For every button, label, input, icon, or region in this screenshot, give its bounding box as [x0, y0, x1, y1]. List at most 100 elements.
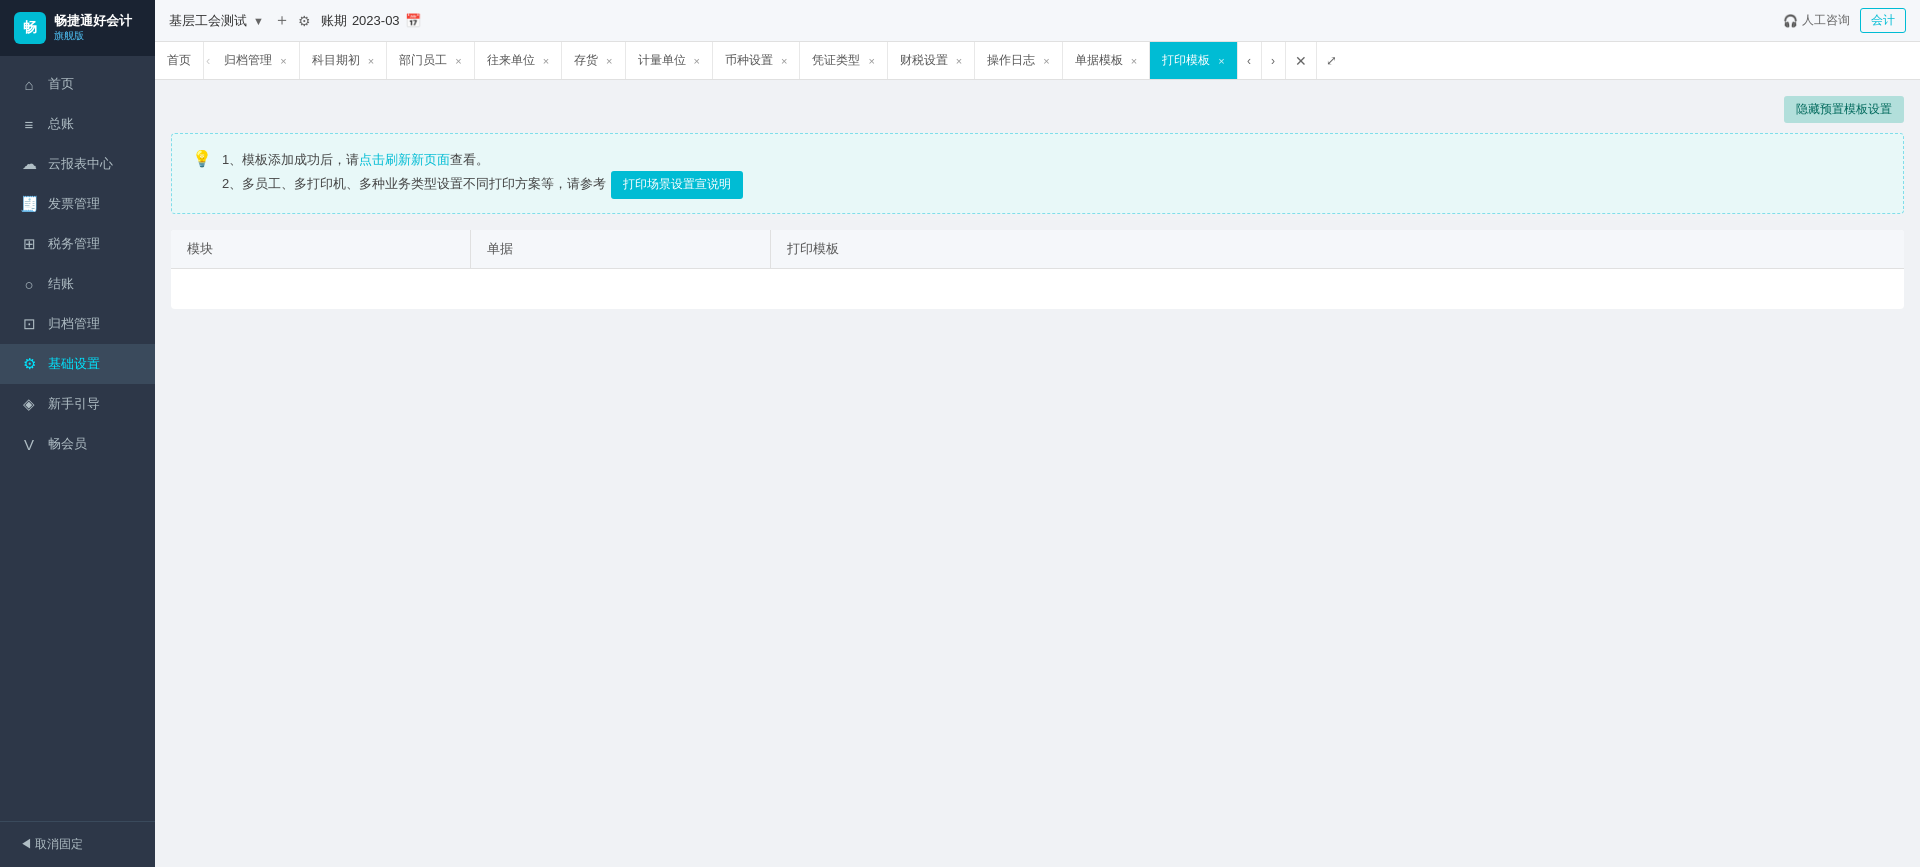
- sidebar-item-ledger[interactable]: ≡ 总账: [0, 104, 155, 144]
- member-icon: V: [20, 436, 38, 453]
- table-header-2: 打印模板: [771, 230, 1904, 268]
- sidebar-item-label: 新手引导: [48, 395, 100, 413]
- tab-close-icon[interactable]: ×: [368, 55, 374, 67]
- sidebar-item-home[interactable]: ⌂ 首页: [0, 64, 155, 104]
- tab-item-0[interactable]: 归档管理 ×: [212, 42, 299, 80]
- tab-home[interactable]: 首页: [155, 42, 204, 80]
- sidebar-item-label: 总账: [48, 115, 74, 133]
- info-line2-prefix: 2、多员工、多打印机、多种业务类型设置不同打印方案等，请参考: [222, 176, 606, 191]
- sidebar-item-settings[interactable]: ⚙ 基础设置: [0, 344, 155, 384]
- home-icon: ⌂: [20, 76, 38, 93]
- sidebar-item-guide[interactable]: ◈新手引导: [0, 384, 155, 424]
- tab-close-icon[interactable]: ×: [455, 55, 461, 67]
- sidebar-footer-unpin[interactable]: ◀ 取消固定: [0, 821, 155, 867]
- settings-icon: ⚙: [20, 355, 38, 373]
- table-header-0: 模块: [171, 230, 471, 268]
- tab-close-icon[interactable]: ×: [868, 55, 874, 67]
- tab-item-6[interactable]: 币种设置 ×: [713, 42, 800, 80]
- main-area: 基层工会测试 ▼ ＋ ⚙ 账期 2023-03 📅 🎧 人工咨询 会计 首页 ‹: [155, 0, 1920, 867]
- settings-icon[interactable]: ⚙: [298, 13, 311, 29]
- company-selector[interactable]: 基层工会测试 ▼: [169, 12, 264, 30]
- tab-expand[interactable]: ⤢: [1316, 42, 1346, 80]
- sidebar-item-label: 畅会员: [48, 435, 87, 453]
- print-scene-button[interactable]: 打印场景设置宣说明: [611, 171, 743, 199]
- sidebar-item-label: 基础设置: [48, 355, 100, 373]
- service-button[interactable]: 🎧 人工咨询: [1783, 12, 1850, 29]
- top-bar-right: 🎧 人工咨询 会计: [1783, 8, 1906, 33]
- tab-label: 部门员工: [399, 52, 447, 69]
- info-refresh-link[interactable]: 点击刷新新页面: [359, 152, 450, 167]
- tab-close-icon[interactable]: ×: [280, 55, 286, 67]
- tab-label: 凭证类型: [812, 52, 860, 69]
- tab-item-7[interactable]: 凭证类型 ×: [800, 42, 887, 80]
- sidebar-item-tax[interactable]: ⊞ 税务管理: [0, 224, 155, 264]
- sidebar-nav: ⌂ 首页 ≡ 总账 ☁ 云报表中心 🧾发票管理 ⊞ 税务管理 ○ 结账 ⊡ 归档管理 ⚙ 基础设置 ◈新手引导…: [0, 56, 155, 821]
- calendar-icon: 📅: [405, 13, 421, 28]
- tab-item-11[interactable]: 打印模板 ×: [1150, 42, 1237, 80]
- add-tab-icon[interactable]: ＋: [274, 10, 290, 31]
- archive-icon: ⊡: [20, 315, 38, 333]
- tab-label: 财税设置: [900, 52, 948, 69]
- tab-item-1[interactable]: 科目期初 ×: [300, 42, 387, 80]
- sidebar-item-invoice[interactable]: 🧾发票管理: [0, 184, 155, 224]
- tab-close-icon[interactable]: ×: [781, 55, 787, 67]
- tab-close-icon[interactable]: ×: [1131, 55, 1137, 67]
- tab-close-icon[interactable]: ×: [956, 55, 962, 67]
- tab-close-icon[interactable]: ×: [694, 55, 700, 67]
- service-label: 人工咨询: [1802, 12, 1850, 29]
- sidebar-item-label: 归档管理: [48, 315, 100, 333]
- sidebar-item-label: 税务管理: [48, 235, 100, 253]
- sidebar-item-label: 首页: [48, 75, 74, 93]
- ledger-icon: ≡: [20, 116, 38, 133]
- logo-subtitle: 旗舰版: [54, 29, 132, 43]
- info-line1-suffix: 查看。: [450, 152, 489, 167]
- logo-icon: 畅: [14, 12, 46, 44]
- tab-nav-prev[interactable]: ‹: [1238, 42, 1262, 80]
- tab-bar: 首页 ‹ 归档管理×科目期初×部门员工×往来单位×存货×计量单位×币种设置×凭证…: [155, 42, 1920, 80]
- tab-item-2[interactable]: 部门员工 ×: [387, 42, 474, 80]
- tab-label: 计量单位: [638, 52, 686, 69]
- unpin-label: ◀ 取消固定: [20, 836, 83, 853]
- info-box: 💡 1、模板添加成功后，请点击刷新新页面查看。 2、多员工、多打印机、多种业务类…: [171, 133, 1904, 214]
- period-value: 2023-03: [352, 13, 400, 28]
- sidebar-item-archive[interactable]: ⊡ 归档管理: [0, 304, 155, 344]
- sidebar-item-label: 发票管理: [48, 195, 100, 213]
- sidebar-item-checkout[interactable]: ○ 结账: [0, 264, 155, 304]
- tab-close-icon[interactable]: ×: [606, 55, 612, 67]
- tab-item-3[interactable]: 往来单位×: [475, 42, 562, 80]
- checkout-icon: ○: [20, 276, 38, 293]
- tab-item-8[interactable]: 财税设置 ×: [888, 42, 975, 80]
- tab-label: 存货: [574, 52, 598, 69]
- table-body: [171, 269, 1904, 309]
- bulb-icon: 💡: [192, 149, 212, 168]
- headset-icon: 🎧: [1783, 14, 1798, 28]
- account-button[interactable]: 会计: [1860, 8, 1906, 33]
- company-name: 基层工会测试: [169, 12, 247, 30]
- tab-label: 单据模板: [1075, 52, 1123, 69]
- tab-label: 打印模板: [1162, 52, 1210, 69]
- tab-label: 币种设置: [725, 52, 773, 69]
- tab-close-icon[interactable]: ×: [543, 55, 549, 67]
- tab-nav-next[interactable]: ›: [1262, 42, 1286, 80]
- tab-item-4[interactable]: 存货 ×: [562, 42, 625, 80]
- reports-icon: ☁: [20, 155, 38, 173]
- tab-label: 归档管理: [224, 52, 272, 69]
- tax-icon: ⊞: [20, 235, 38, 253]
- tab-item-10[interactable]: 单据模板 ×: [1063, 42, 1150, 80]
- hide-preview-button[interactable]: 隐藏预置模板设置: [1784, 96, 1904, 123]
- company-dropdown-icon: ▼: [253, 15, 264, 27]
- sidebar-item-label: 结账: [48, 275, 74, 293]
- tab-label: 科目期初: [312, 52, 360, 69]
- hide-preview-container: 隐藏预置模板设置: [171, 96, 1904, 123]
- tab-close-icon[interactable]: ×: [1043, 55, 1049, 67]
- sidebar-item-reports[interactable]: ☁ 云报表中心: [0, 144, 155, 184]
- logo-title: 畅捷通好会计: [54, 13, 132, 29]
- content-area: 隐藏预置模板设置 💡 1、模板添加成功后，请点击刷新新页面查看。 2、多员工、多…: [155, 80, 1920, 867]
- tab-item-9[interactable]: 操作日志×: [975, 42, 1062, 80]
- sidebar-item-label: 云报表中心: [48, 155, 113, 173]
- tab-item-5[interactable]: 计量单位 ×: [626, 42, 713, 80]
- sidebar-item-member[interactable]: V 畅会员: [0, 424, 155, 464]
- period-selector[interactable]: 账期 2023-03 📅: [321, 12, 421, 30]
- tab-close-icon[interactable]: ×: [1218, 55, 1224, 67]
- tab-close-current[interactable]: ✕: [1286, 42, 1316, 80]
